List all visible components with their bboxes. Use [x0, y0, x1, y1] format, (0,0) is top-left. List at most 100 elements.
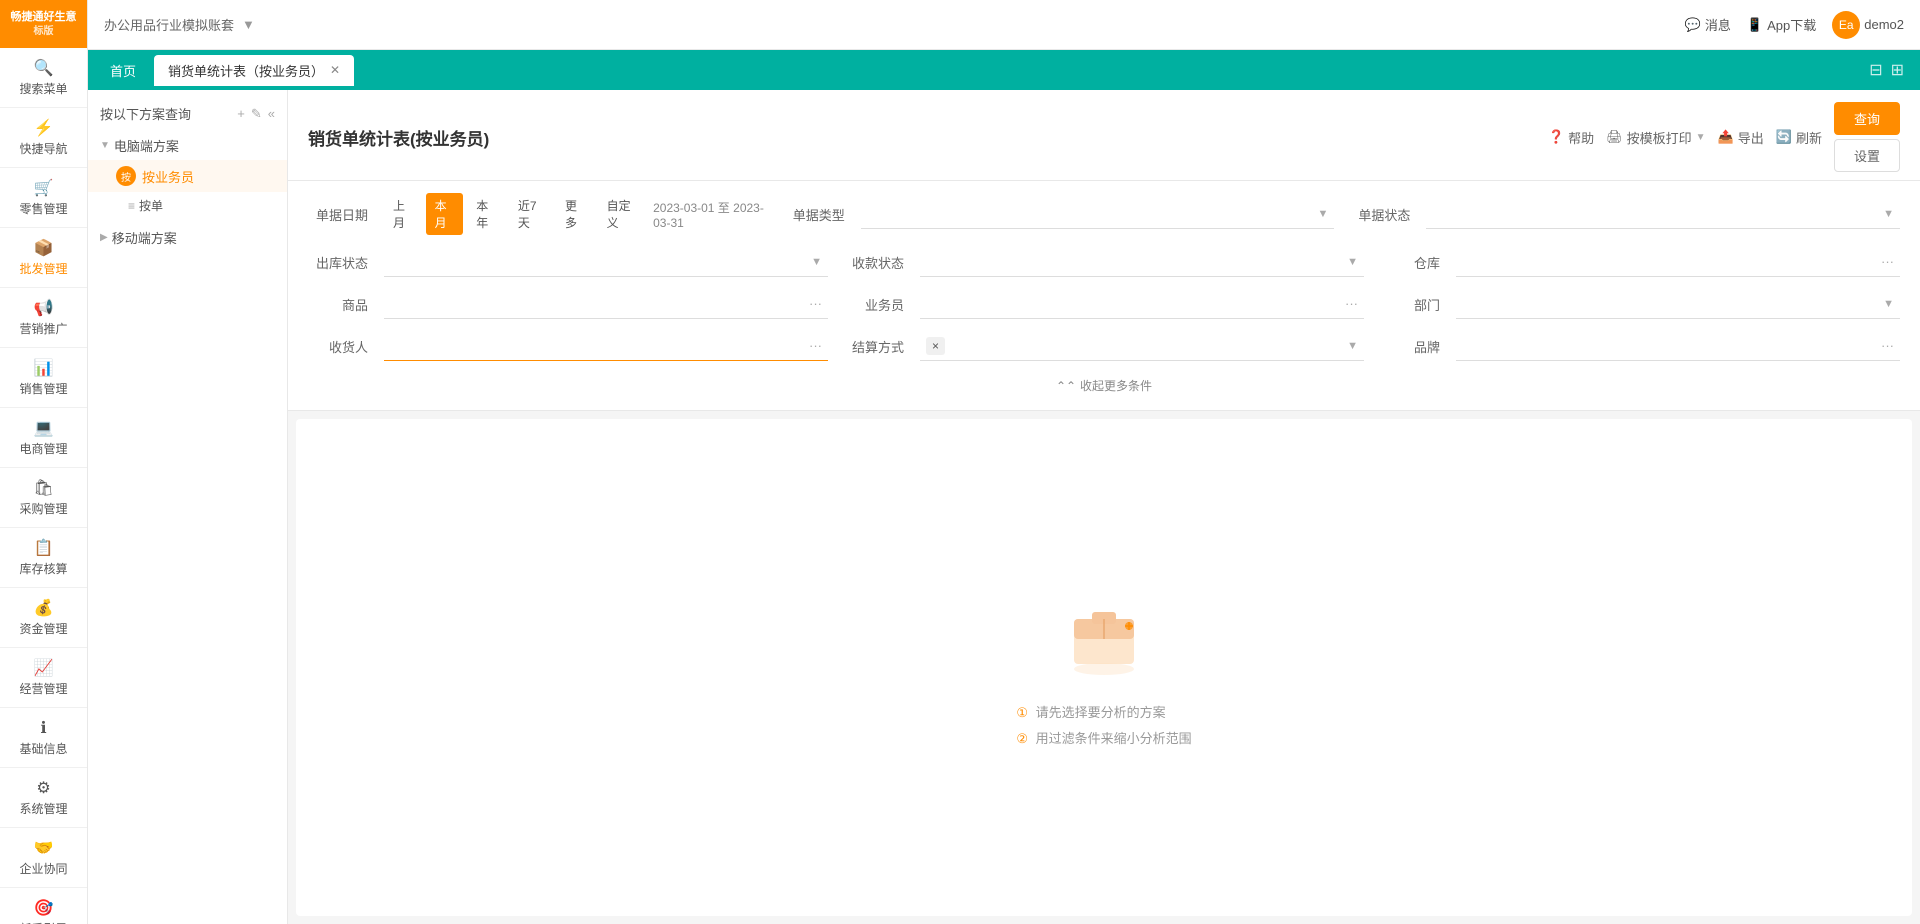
filter-row-3: 商品 ··· 业务员 ··· 部门 ▼ [308, 289, 1900, 319]
sidebar-item-sales[interactable]: 📊 销售管理 [0, 348, 87, 408]
export-label: 导出 [1738, 128, 1764, 147]
order-scheme-icon: ≡ [128, 199, 135, 213]
pc-scheme-group-title[interactable]: ▼ 电脑端方案 [88, 131, 287, 160]
user-menu[interactable]: Ea demo2 [1832, 11, 1904, 39]
wholesale-icon: 📦 [4, 238, 83, 258]
doc-type-field[interactable]: ▼ [861, 199, 1335, 229]
sidebar-item-operations[interactable]: 📈 经营管理 [0, 648, 87, 708]
sidebar-item-system-label: 系统管理 [19, 802, 67, 816]
sidebar-item-inventory[interactable]: 📋 库存核算 [0, 528, 87, 588]
sidebar-item-finance-label: 资金管理 [19, 622, 67, 636]
basic-info-icon: ℹ [4, 718, 83, 738]
sidebar-item-system[interactable]: ⚙ 系统管理 [0, 768, 87, 828]
hint1-num: ① [1016, 705, 1028, 720]
edit-scheme-btn[interactable]: ✎ [251, 106, 262, 122]
salesperson-field[interactable]: ··· [920, 289, 1364, 319]
add-scheme-btn[interactable]: + [237, 106, 245, 122]
brand-more-icon[interactable]: ··· [1881, 338, 1894, 353]
date-btn-custom[interactable]: 自定义 [598, 193, 645, 235]
out-status-field[interactable]: ▼ [384, 247, 828, 277]
receiver-field[interactable]: ··· [384, 331, 828, 361]
export-btn[interactable]: 📤 导出 [1718, 128, 1764, 147]
settlement-tag: × [926, 337, 945, 355]
collapse-label: 收起更多条件 [1080, 377, 1152, 394]
date-btn-7days[interactable]: 近7天 [509, 193, 552, 235]
order-scheme-label: 按单 [139, 197, 163, 214]
settlement-field[interactable]: × ▼ [920, 331, 1364, 361]
out-status-dropdown-icon: ▼ [811, 256, 822, 268]
sidebar-item-purchase[interactable]: 🛍 采购管理 [0, 468, 87, 528]
guide-icon: 🎯 [4, 898, 83, 918]
print-btn[interactable]: 🖨 按模板打印 ▼ [1606, 128, 1705, 147]
doc-status-label: 单据状态 [1350, 205, 1410, 224]
tab-sales-stat[interactable]: 销货单统计表（按业务员） ✕ [154, 55, 354, 86]
date-filter: 上月 本月 本年 近7天 更多 自定义 2023-03-01 至 2023-03… [384, 193, 769, 235]
scheme-sub-item-by-order[interactable]: ≡ 按单 [88, 192, 287, 219]
brand-field[interactable]: ··· [1456, 331, 1900, 361]
doc-type-dropdown-icon: ▼ [1317, 208, 1328, 220]
goods-field[interactable]: ··· [384, 289, 828, 319]
sidebar-item-collab[interactable]: 🤝 企业协同 [0, 828, 87, 888]
scheme-item-by-salesperson[interactable]: 按 按业务员 [88, 160, 287, 192]
date-btn-thisyear[interactable]: 本年 [467, 193, 505, 235]
collapse-button[interactable]: ⌃⌃ 收起更多条件 [1044, 373, 1164, 398]
sidebar-item-sales-label: 销售管理 [19, 382, 67, 396]
sidebar: 畅捷通好生意 标版 🔍 搜索菜单 ⚡ 快捷导航 🛒 零售管理 📦 批发管理 📢 … [0, 0, 88, 924]
message-icon: 💬 [1685, 17, 1701, 33]
doc-status-field[interactable]: ▼ [1426, 199, 1900, 229]
action-buttons: 查询 设置 [1834, 102, 1900, 172]
help-btn[interactable]: ❓ 帮助 [1548, 128, 1594, 147]
settlement-tag-remove[interactable]: × [932, 339, 939, 353]
goods-more-icon[interactable]: ··· [809, 296, 822, 311]
sidebar-item-ecommerce-label: 电商管理 [19, 442, 67, 456]
dept-field[interactable]: ▼ [1456, 289, 1900, 319]
topbar-dropdown-btn[interactable]: ▼ [242, 17, 255, 32]
topbar: 办公用品行业模拟账套 ▼ 💬 消息 📱 App下载 Ea demo2 [88, 0, 1920, 50]
print-dropdown-icon[interactable]: ▼ [1696, 132, 1706, 143]
retail-icon: 🛒 [4, 178, 83, 198]
sidebar-item-wholesale[interactable]: 📦 批发管理 [0, 228, 87, 288]
date-btn-thismonth[interactable]: 本月 [426, 193, 464, 235]
doc-type-label: 单据类型 [785, 205, 845, 224]
sidebar-item-guide[interactable]: 🎯 新手引导 [0, 888, 87, 924]
tab-maximize-btn[interactable]: ⊞ [1891, 60, 1904, 80]
purchase-icon: 🛍 [4, 478, 83, 498]
mobile-scheme-group-title[interactable]: ▶ 移动端方案 [88, 223, 287, 252]
print-label: 按模板打印 [1627, 128, 1692, 147]
mobile-scheme-group-label: 移动端方案 [112, 228, 177, 247]
tab-close-btn[interactable]: ✕ [330, 63, 340, 77]
warehouse-field[interactable]: ··· [1456, 247, 1900, 277]
page-actions: ❓ 帮助 🖨 按模板打印 ▼ 📤 导出 🔄 刷新 [1548, 102, 1900, 172]
collapse-arrow-icon: ⌃⌃ [1056, 379, 1076, 393]
top-title: 办公用品行业模拟账套 [104, 15, 234, 34]
sidebar-item-basic-info[interactable]: ℹ 基础信息 [0, 708, 87, 768]
tab-minimize-btn[interactable]: ⊟ [1869, 60, 1882, 80]
tab-home[interactable]: 首页 [96, 55, 150, 86]
settings-button[interactable]: 设置 [1834, 139, 1900, 172]
sidebar-item-marketing[interactable]: 📢 营销推广 [0, 288, 87, 348]
refresh-icon: 🔄 [1776, 129, 1792, 145]
salesperson-more-icon[interactable]: ··· [1345, 296, 1358, 311]
message-label: 消息 [1705, 15, 1731, 34]
receiver-more-icon[interactable]: ··· [809, 338, 822, 353]
sidebar-item-retail[interactable]: 🛒 零售管理 [0, 168, 87, 228]
query-button[interactable]: 查询 [1834, 102, 1900, 135]
sidebar-item-quicknav[interactable]: ⚡ 快捷导航 [0, 108, 87, 168]
page-title: 销货单统计表(按业务员) [308, 125, 489, 150]
date-range-display: 2023-03-01 至 2023-03-31 [653, 199, 769, 230]
topbar-left: 办公用品行业模拟账套 ▼ [104, 15, 255, 34]
sidebar-item-finance[interactable]: 💰 资金管理 [0, 588, 87, 648]
sidebar-item-search[interactable]: 🔍 搜索菜单 [0, 48, 87, 108]
date-btn-more[interactable]: 更多 [556, 193, 594, 235]
empty-state: ① 请先选择要分析的方案 ② 用过滤条件来缩小分析范围 [296, 419, 1912, 916]
sidebar-item-ecommerce[interactable]: 💻 电商管理 [0, 408, 87, 468]
app-download-btn[interactable]: 📱 App下载 [1747, 15, 1816, 34]
operations-icon: 📈 [4, 658, 83, 678]
date-btn-lastmonth[interactable]: 上月 [384, 193, 422, 235]
refresh-btn[interactable]: 🔄 刷新 [1776, 128, 1822, 147]
receipt-status-field[interactable]: ▼ [920, 247, 1364, 277]
warehouse-more-icon[interactable]: ··· [1881, 254, 1894, 269]
sidebar-item-operations-label: 经营管理 [19, 682, 67, 696]
collapse-panel-btn[interactable]: « [268, 106, 275, 122]
message-btn[interactable]: 💬 消息 [1685, 15, 1731, 34]
